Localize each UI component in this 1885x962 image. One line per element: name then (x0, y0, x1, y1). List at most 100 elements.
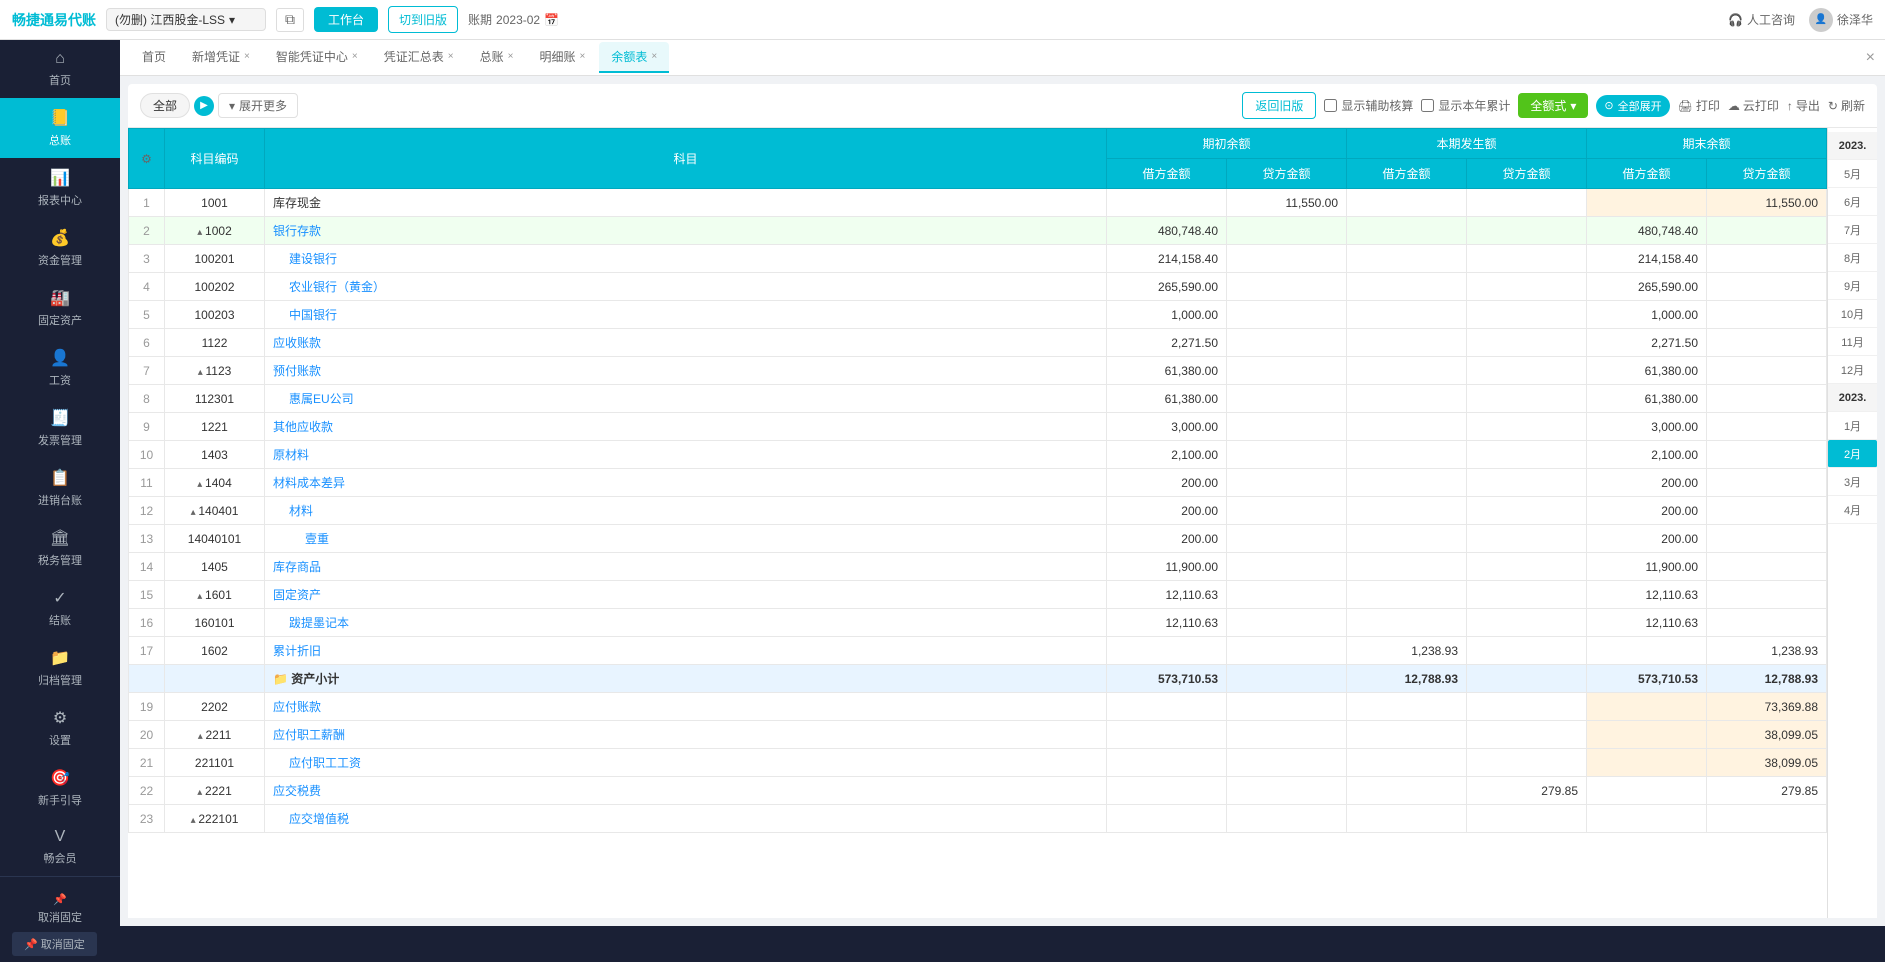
copy-button[interactable]: ⧉ (276, 8, 304, 32)
expand-arrow-icon[interactable]: ▴ (191, 815, 199, 826)
account-name-link[interactable]: 农业银行（黄金） (289, 280, 385, 294)
show-aux-checkbox[interactable] (1324, 99, 1337, 112)
refresh-button[interactable]: ↻ 刷新 (1828, 97, 1865, 114)
sidebar-item-home[interactable]: ⌂ 首页 (0, 40, 120, 98)
account-name-link[interactable]: 应付职工工资 (289, 756, 361, 770)
current-debit (1347, 553, 1467, 581)
account-name-link[interactable]: 其他应收款 (273, 420, 333, 434)
right-panel-month-6[interactable]: 6月 (1828, 188, 1877, 216)
account-name-link[interactable]: 银行存款 (273, 224, 321, 238)
row-code: 1403 (165, 441, 265, 469)
tab-new-voucher[interactable]: 新增凭证 × (180, 42, 262, 73)
workbench-button[interactable]: 工作台 (314, 7, 378, 32)
right-panel-month-1[interactable]: 1月 (1828, 412, 1877, 440)
account-name-link[interactable]: 应收账款 (273, 336, 321, 350)
tab-voucher-summary[interactable]: 凭证汇总表 × (372, 42, 466, 73)
account-name-link[interactable]: 壹重 (305, 532, 329, 546)
account-name-link[interactable]: 应付账款 (273, 700, 321, 714)
th-code: 科目编码 (165, 129, 265, 189)
sidebar-item-reports[interactable]: 📊 报表中心 (0, 158, 120, 218)
switch-old-button[interactable]: 切到旧版 (388, 6, 458, 33)
opening-credit (1227, 441, 1347, 469)
customer-service[interactable]: 🎧 人工咨询 (1728, 11, 1795, 28)
expand-more-label: 展开更多 (239, 97, 287, 114)
close-balance-icon[interactable]: × (651, 51, 657, 62)
account-name-link[interactable]: 应付职工薪酬 (273, 728, 345, 742)
expand-arrow-icon[interactable]: ▴ (197, 787, 205, 798)
tab-smart-center[interactable]: 智能凭证中心 × (264, 42, 370, 73)
account-name-link[interactable]: 建设银行 (289, 252, 337, 266)
account-name-link[interactable]: 中国银行 (289, 308, 337, 322)
account-name-link[interactable]: 原材料 (273, 448, 309, 462)
export-button[interactable]: ↑ 导出 (1787, 97, 1820, 114)
sidebar-label-salary: 工资 (49, 372, 71, 388)
account-name-link[interactable]: 固定资产 (273, 588, 321, 602)
sidebar-item-salary[interactable]: 👤 工资 (0, 338, 120, 398)
account-name-link[interactable]: 应交税费 (273, 784, 321, 798)
account-name-link[interactable]: 库存商品 (273, 560, 321, 574)
company-selector[interactable]: (勿删) 江西股金-LSS ▾ (106, 8, 266, 31)
show-ytd-checkbox[interactable] (1421, 99, 1434, 112)
full-format-button[interactable]: 全额式 ▾ (1518, 93, 1588, 118)
expand-arrow-icon[interactable]: ▴ (197, 479, 205, 490)
close-voucher-summary-icon[interactable]: × (448, 51, 454, 62)
account-name-link[interactable]: 惠属EU公司 (289, 392, 354, 406)
expand-arrow-icon[interactable]: ▴ (197, 227, 205, 238)
expand-arrow-icon[interactable]: ▴ (191, 507, 199, 518)
close-ledger-icon[interactable]: × (508, 51, 514, 62)
close-detail-icon[interactable]: × (579, 51, 585, 62)
sidebar-item-sales[interactable]: 📋 进销台账 (0, 458, 120, 518)
right-panel-month-12[interactable]: 12月 (1828, 356, 1877, 384)
closing-credit: 38,099.05 (1707, 749, 1827, 777)
cloud-print-button[interactable]: ☁ 云打印 (1728, 97, 1779, 114)
right-panel-month-8[interactable]: 8月 (1828, 244, 1877, 272)
right-panel-month-3[interactable]: 3月 (1828, 468, 1877, 496)
sidebar-item-closing[interactable]: ✓ 结账 (0, 578, 120, 638)
right-panel-month-5[interactable]: 5月 (1828, 160, 1877, 188)
right-panel-month-7[interactable]: 7月 (1828, 216, 1877, 244)
sidebar-item-assets[interactable]: 🏭 固定资产 (0, 278, 120, 338)
right-panel-month-4[interactable]: 4月 (1828, 496, 1877, 524)
closing-credit (1707, 301, 1827, 329)
account-name-link[interactable]: 累计折旧 (273, 644, 321, 658)
sidebar-item-member[interactable]: V 畅会员 (0, 818, 120, 876)
expand-arrow-icon[interactable]: ▴ (198, 367, 206, 378)
tab-balance[interactable]: 余额表 × (599, 42, 669, 73)
close-new-voucher-icon[interactable]: × (244, 51, 250, 62)
expand-more-button[interactable]: ▾ 展开更多 (218, 93, 298, 118)
expand-arrow-icon[interactable]: ▴ (197, 591, 205, 602)
user-profile[interactable]: 👤 徐泽华 (1809, 8, 1873, 32)
sidebar-item-tax[interactable]: 🏛 税务管理 (0, 518, 120, 578)
sidebar-item-ledger[interactable]: 📒 总账 (0, 98, 120, 158)
table-settings-icon[interactable]: ⚙ (141, 152, 152, 166)
close-smart-center-icon[interactable]: × (352, 51, 358, 62)
expand-arrow-icon[interactable]: ▴ (198, 731, 206, 742)
sidebar-item-archive[interactable]: 📁 归档管理 (0, 638, 120, 698)
print-button[interactable]: 🖨 打印 (1678, 97, 1720, 114)
sidebar-item-settings[interactable]: ⚙ 设置 (0, 698, 120, 758)
unpin-bottom-button[interactable]: 📌 取消固定 (12, 932, 97, 956)
expand-all-toggle[interactable]: ⊙ 全部展开 (1596, 95, 1669, 117)
tab-home[interactable]: 首页 (130, 42, 178, 73)
right-panel-month-11[interactable]: 11月 (1828, 328, 1877, 356)
calendar-icon[interactable]: 📅 (544, 13, 559, 27)
sidebar-item-invoice[interactable]: 🧾 发票管理 (0, 398, 120, 458)
close-all-tabs-icon[interactable]: × (1866, 49, 1875, 67)
tab-detail[interactable]: 明细账 × (527, 42, 597, 73)
closing-credit (1707, 525, 1827, 553)
right-panel-month-9[interactable]: 9月 (1828, 272, 1877, 300)
return-old-button[interactable]: 返回旧版 (1242, 92, 1316, 119)
sidebar-item-funds[interactable]: 💰 资金管理 (0, 218, 120, 278)
account-name-link[interactable]: 材料成本差异 (273, 476, 345, 490)
account-name-link[interactable]: 预付账款 (273, 364, 321, 378)
filter-all[interactable]: 全部 (140, 93, 190, 118)
account-name-link[interactable]: 跋提墨记本 (289, 616, 349, 630)
right-panel-month-10[interactable]: 10月 (1828, 300, 1877, 328)
filter-arrow-button[interactable]: ▶ (194, 96, 214, 116)
account-name-link[interactable]: 材料 (289, 504, 313, 518)
right-panel-month-2[interactable]: 2月 (1828, 440, 1877, 468)
tab-ledger[interactable]: 总账 × (468, 42, 526, 73)
sidebar-item-guide[interactable]: 🎯 新手引导 (0, 758, 120, 818)
account-name-link[interactable]: 应交增值税 (289, 812, 349, 826)
service-label: 人工咨询 (1747, 11, 1795, 28)
